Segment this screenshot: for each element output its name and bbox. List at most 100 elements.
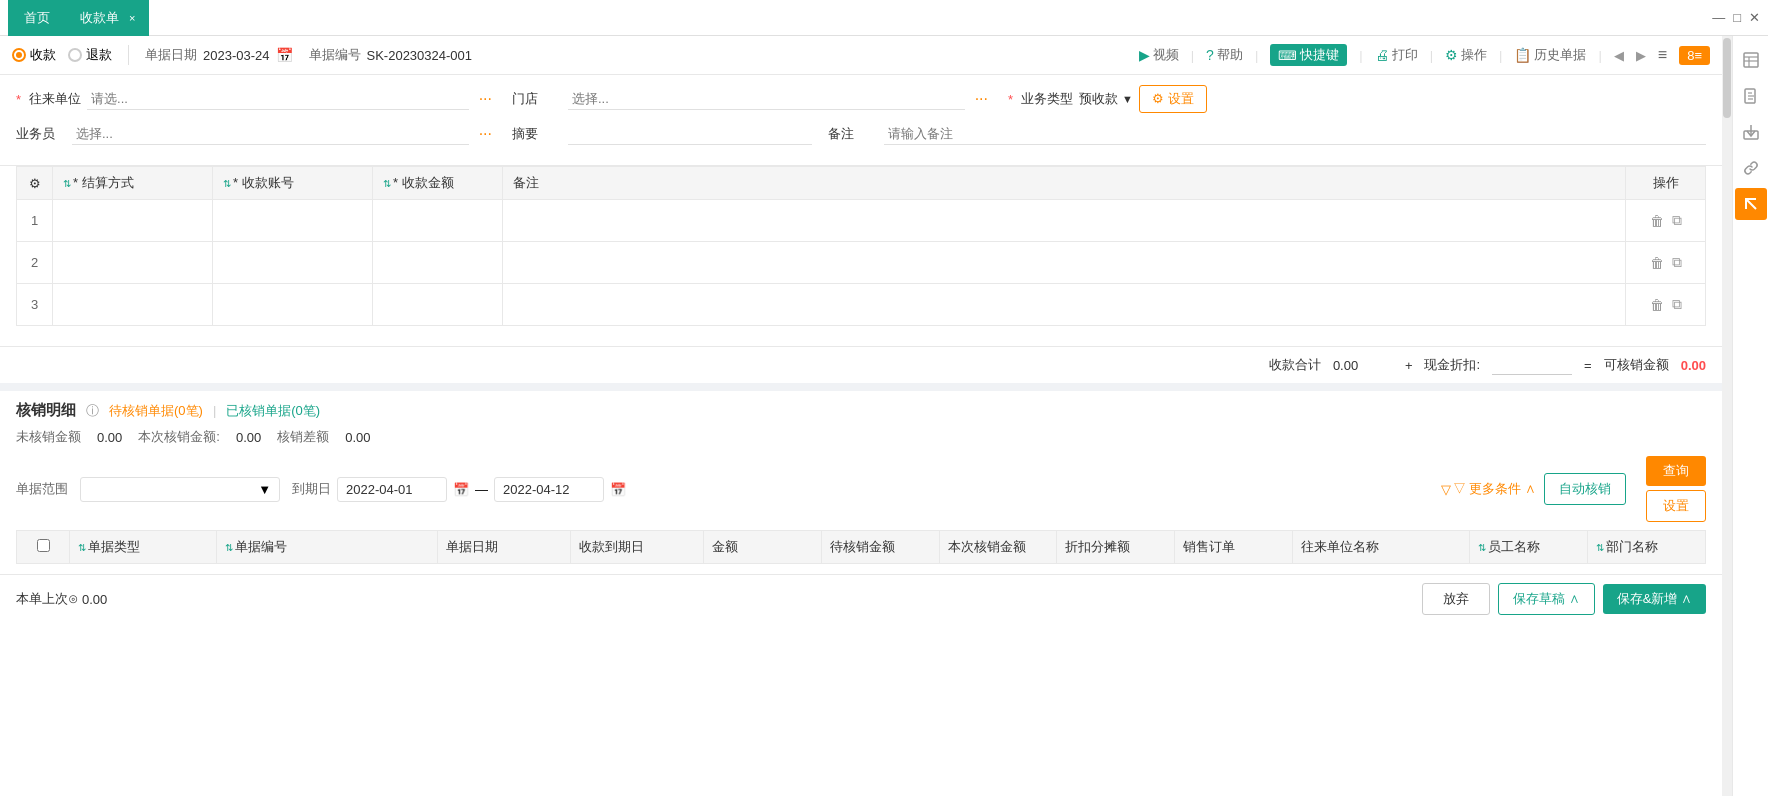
history-btn[interactable]: 📋 历史单据	[1514, 46, 1586, 64]
tab-close-icon[interactable]: ×	[129, 0, 135, 36]
tab-receipt[interactable]: 收款单 ×	[66, 0, 149, 36]
biz-type-required: *	[1008, 92, 1013, 107]
bottom-footer: 本单上次⊙ 0.00 放弃 保存草稿 ∧ 保存&新增 ∧	[0, 574, 1722, 623]
row-account-3[interactable]	[213, 284, 373, 326]
close-btn[interactable]: ✕	[1749, 10, 1760, 25]
table-gear-header[interactable]: ⚙	[17, 167, 53, 200]
partner-label: 往来单位	[29, 90, 81, 108]
tab-pending[interactable]: 待核销单据(0笔)	[109, 402, 203, 420]
save-draft-btn[interactable]: 保存草稿 ∧	[1498, 583, 1595, 615]
col-partner-header: 往来单位名称	[1293, 531, 1470, 564]
delete-icon-3[interactable]: 🗑	[1650, 297, 1664, 313]
date-label: 单据日期	[145, 46, 197, 64]
svg-rect-0	[1744, 53, 1758, 67]
sidebar-link-icon[interactable]	[1735, 152, 1767, 184]
col-amount2-header: 金额	[703, 531, 821, 564]
mode-toggle[interactable]: 8≡	[1679, 46, 1710, 65]
range-select[interactable]: ▼	[80, 477, 280, 502]
nav-right-icon[interactable]: ▶	[1636, 48, 1646, 63]
filter-right: ▽ ▽ 更多条件 ∧ 自动核销	[1441, 473, 1626, 505]
store-more-icon[interactable]: ···	[971, 90, 992, 108]
sidebar-inbox-icon[interactable]	[1735, 116, 1767, 148]
due-date-to-input[interactable]	[494, 477, 604, 502]
remark-input[interactable]	[884, 123, 1706, 145]
operations-btn[interactable]: ⚙ 操作	[1445, 46, 1487, 64]
col-billno-header: ⇅单据编号	[217, 531, 438, 564]
biz-type-value: 预收款	[1079, 90, 1118, 108]
row-settle-1[interactable]	[53, 200, 213, 242]
help-btn[interactable]: ? 帮助	[1206, 46, 1243, 64]
date-field: 单据日期 2023-03-24 📅	[145, 46, 293, 64]
scroll-thumb[interactable]	[1723, 38, 1731, 118]
date-separator: —	[475, 482, 488, 497]
col-action-header: 操作	[1626, 167, 1706, 200]
layout-icon[interactable]: ≡	[1658, 46, 1667, 64]
video-btn[interactable]: ▶ 视频	[1139, 46, 1179, 64]
sidebar-table-icon[interactable]	[1735, 44, 1767, 76]
row-amount-1[interactable]	[373, 200, 503, 242]
history-label: 历史单据	[1534, 46, 1586, 64]
sidebar-doc-icon[interactable]	[1735, 80, 1767, 112]
col-checkbox-header[interactable]	[17, 531, 70, 564]
row-account-2[interactable]	[213, 242, 373, 284]
partner-input[interactable]	[87, 88, 469, 110]
calendar-icon[interactable]: 📅	[276, 47, 293, 63]
copy-icon-1[interactable]: ⧉	[1672, 212, 1682, 229]
salesperson-more-icon[interactable]: ···	[475, 125, 496, 143]
copy-icon-2[interactable]: ⧉	[1672, 254, 1682, 271]
diff-label: 核销差额	[277, 428, 329, 446]
copy-icon-3[interactable]: ⧉	[1672, 296, 1682, 313]
store-input[interactable]	[568, 88, 965, 110]
shortcuts-btn[interactable]: ⌨ 快捷键	[1270, 44, 1347, 66]
writeoff-settings-btn[interactable]: 设置	[1646, 490, 1706, 522]
col-note-header: 备注	[503, 167, 1626, 200]
settings-button[interactable]: ⚙ 设置	[1139, 85, 1207, 113]
col-account-header: ⇅* 收款账号	[213, 167, 373, 200]
select-all-checkbox[interactable]	[37, 539, 50, 552]
row-amount-2[interactable]	[373, 242, 503, 284]
receipt-type-radio[interactable]: 收款 退款	[12, 46, 112, 64]
row-note-1[interactable]	[503, 200, 1626, 242]
summary-input[interactable]	[568, 123, 812, 145]
row-settle-3[interactable]	[53, 284, 213, 326]
salesperson-input[interactable]	[72, 123, 469, 145]
tab-done[interactable]: 已核销单据(0笔)	[226, 402, 320, 420]
form-row-2: 业务员 ··· 摘要 备注	[16, 123, 1706, 145]
calendar-from-icon[interactable]: 📅	[453, 482, 469, 497]
discard-btn[interactable]: 放弃	[1422, 583, 1490, 615]
query-btn[interactable]: 查询	[1646, 456, 1706, 486]
sidebar-expand-icon[interactable]	[1735, 188, 1767, 220]
row-note-3[interactable]	[503, 284, 1626, 326]
unverified-value: 0.00	[97, 430, 122, 445]
row-settle-2[interactable]	[53, 242, 213, 284]
row-account-1[interactable]	[213, 200, 373, 242]
col-salesorder-header: 销售订单	[1175, 531, 1293, 564]
minimize-btn[interactable]: —	[1712, 10, 1725, 25]
print-btn[interactable]: 🖨 打印	[1375, 46, 1418, 64]
discount-input[interactable]	[1492, 355, 1572, 375]
total-value: 0.00	[1333, 358, 1393, 373]
row-amount-3[interactable]	[373, 284, 503, 326]
radio-refund[interactable]: 退款	[68, 46, 112, 64]
store-field: 门店 ···	[512, 88, 992, 110]
delete-icon-1[interactable]: 🗑	[1650, 213, 1664, 229]
more-conditions-btn[interactable]: ▽ ▽ 更多条件 ∧	[1441, 480, 1536, 498]
delete-icon-2[interactable]: 🗑	[1650, 255, 1664, 271]
col-dept-header: ⇅部门名称	[1587, 531, 1705, 564]
save-new-btn[interactable]: 保存&新增 ∧	[1603, 584, 1706, 614]
scrollbar[interactable]	[1722, 36, 1732, 796]
due-date-from-input[interactable]	[337, 477, 447, 502]
auto-writeoff-btn[interactable]: 自动核销	[1544, 473, 1626, 505]
calendar-to-icon[interactable]: 📅	[610, 482, 626, 497]
tab-home[interactable]: 首页	[8, 0, 66, 36]
partner-more-icon[interactable]: ···	[475, 90, 496, 108]
salesperson-label: 业务员	[16, 125, 66, 143]
writeoff-info-icon[interactable]: ⓘ	[86, 402, 99, 420]
row-note-2[interactable]	[503, 242, 1626, 284]
maximize-btn[interactable]: □	[1733, 10, 1741, 25]
summary-row: 收款合计 0.00 + 现金折扣: = 可核销金额 0.00	[0, 346, 1722, 383]
radio-receipt[interactable]: 收款	[12, 46, 56, 64]
nav-left-icon[interactable]: ◀	[1614, 48, 1624, 63]
footer-stat: 本单上次⊙ 0.00	[16, 590, 107, 608]
biz-type-select[interactable]: 预收款 ▼	[1079, 90, 1133, 108]
